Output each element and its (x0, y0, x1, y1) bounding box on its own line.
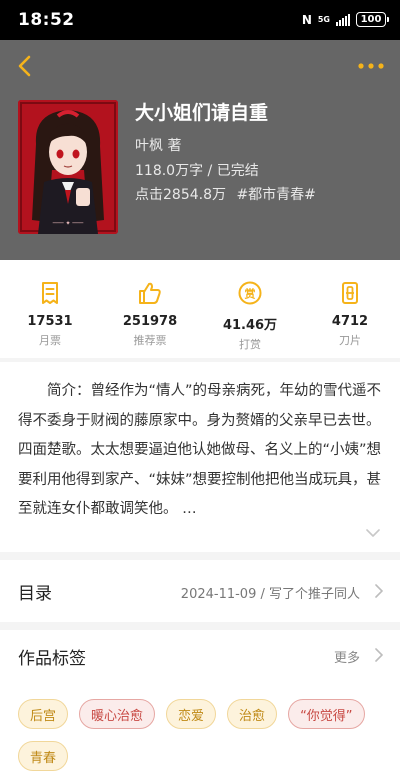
status-icons: N 5G 100 (301, 12, 389, 27)
tag-chip[interactable]: 青春 (18, 741, 69, 771)
signal-icon (336, 13, 350, 26)
tag-chip[interactable]: 治愈 (227, 699, 278, 729)
svg-text:赏: 赏 (245, 287, 256, 301)
stat-value: 4712 (331, 314, 369, 329)
back-button[interactable] (14, 52, 38, 80)
stat-monthly-ticket[interactable]: 17531 月票 (0, 260, 100, 358)
book-cover[interactable]: ─── ✦ ─── (18, 100, 118, 234)
svg-text:─── ✦ ───: ─── ✦ ─── (52, 220, 84, 227)
tag-chip[interactable]: 恋爱 (166, 699, 217, 729)
reward-coin-icon: 赏 (238, 281, 262, 305)
status-time: 18:52 (18, 10, 75, 30)
stat-value: 41.46万 (222, 318, 278, 333)
book-title: 大小姐们请自重 (135, 102, 269, 124)
book-stats: 17531 月票 251978 推荐票 赏 41.46万 打赏 4712 刀片 (0, 260, 400, 358)
tags-title: 作品标签 (18, 649, 86, 669)
back-arrow-icon (18, 55, 31, 77)
tag-chip[interactable]: 后宫 (18, 699, 69, 729)
blade-icon (342, 282, 358, 304)
thumbs-up-icon (139, 282, 161, 304)
book-clicks-row: 点击2854.8万 #都市青春# (135, 184, 322, 204)
tags-section: 作品标签 更多 后宫 暖心治愈 恋爱 治愈 “你觉得” 青春 (0, 630, 400, 780)
stat-reward[interactable]: 赏 41.46万 打赏 (200, 260, 300, 358)
status-bar: 18:52 N 5G 100 (0, 0, 400, 40)
book-header: ─── ✦ ─── 大小姐们请自重 叶枫 著 118.0万字 / 已完结 点击2… (0, 40, 400, 260)
stat-recommend[interactable]: 251978 推荐票 (100, 260, 200, 358)
battery-icon: 100 (356, 12, 389, 27)
tag-list: 后宫 暖心治愈 恋爱 治愈 “你觉得” 青春 (18, 699, 388, 771)
cover-illustration: ─── ✦ ─── (18, 100, 118, 234)
tags-more-link[interactable]: 更多 (334, 647, 360, 666)
tag-chip[interactable]: “你觉得” (288, 699, 365, 729)
stat-label: 推荐票 (133, 334, 167, 347)
expand-chevron-down-icon[interactable] (366, 528, 380, 538)
ticket-icon (42, 282, 58, 304)
stat-label: 月票 (39, 334, 61, 347)
book-author[interactable]: 叶枫 著 (135, 135, 181, 155)
network-type-icon: 5G (317, 14, 330, 24)
genre-tag-link[interactable]: #都市青春# (236, 187, 315, 203)
more-button[interactable] (356, 54, 386, 78)
chevron-right-icon (375, 584, 383, 598)
stat-value: 17531 (27, 314, 73, 329)
synopsis-text: 简介：曾经作为“情人”的母亲病死，年幼的雪代遥不得不委身于财阀的藤原家中。身为赘… (18, 383, 382, 517)
catalog-title: 目录 (18, 584, 52, 604)
catalog-row[interactable]: 目录 2024-11-09 / 写了个推子同人 (0, 560, 400, 622)
nfc-icon: N (301, 12, 312, 27)
book-word-count-status: 118.0万字 / 已完结 (135, 163, 259, 179)
more-dots-icon (358, 63, 384, 69)
stat-label: 刀片 (339, 334, 361, 347)
chevron-right-icon[interactable] (374, 648, 384, 662)
book-click-count: 点击2854.8万 (135, 187, 226, 203)
catalog-latest-update: 2024-11-09 / 写了个推子同人 (180, 587, 360, 602)
stat-label: 打赏 (239, 338, 261, 351)
stat-value: 251978 (122, 314, 178, 329)
stat-blade[interactable]: 4712 刀片 (300, 260, 400, 358)
tag-chip[interactable]: 暖心治愈 (79, 699, 156, 729)
synopsis-section[interactable]: 简介：曾经作为“情人”的母亲病死，年幼的雪代遥不得不委身于财阀的藤原家中。身为赘… (0, 362, 400, 552)
